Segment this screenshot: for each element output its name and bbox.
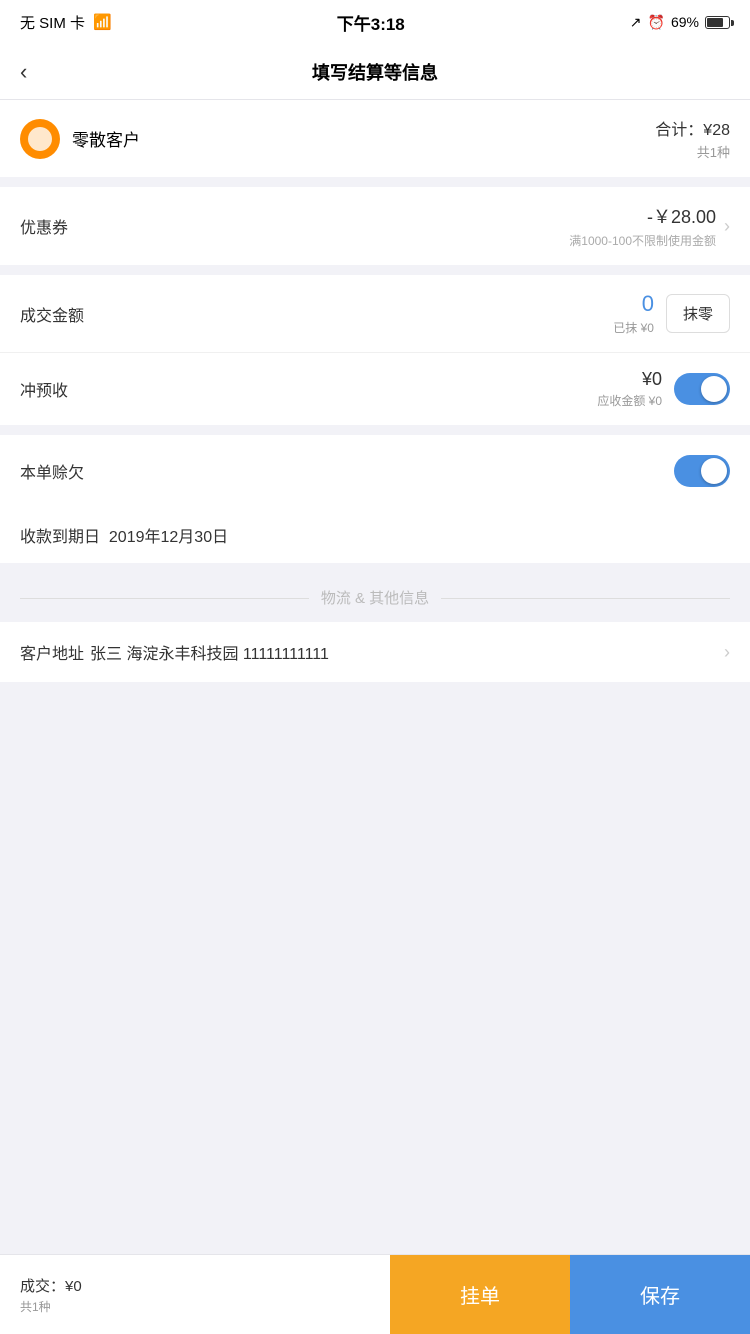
nav-bar: ‹ 填写结算等信息	[0, 44, 750, 100]
address-section: 客户地址 张三 海淀永丰科技园 11111111111 ›	[0, 622, 750, 682]
transaction-value: 0	[613, 291, 654, 317]
coupon-label: 优惠券	[20, 214, 90, 238]
customer-right: 合计：¥28 共1种	[655, 116, 730, 161]
customer-avatar	[20, 119, 60, 159]
address-value: 张三 海淀永丰科技园 11111111111	[90, 640, 716, 664]
amount-deducted: 已抹 ¥0	[613, 319, 654, 336]
coupon-right: -￥28.00 满1000-100不限制使用金额 ›	[569, 203, 730, 249]
hang-button-label: 挂单	[460, 1280, 500, 1309]
customer-left: 零散客户	[20, 119, 140, 159]
due-date-value: 2019年12月30日	[109, 529, 228, 546]
pre-collection-label: 冲预收	[20, 377, 90, 401]
status-bar: 无 SIM 卡 📶 下午3:18 ↗ ⏰ 69%	[0, 0, 750, 44]
debt-toggle[interactable]	[674, 455, 730, 487]
battery-icon	[705, 16, 730, 29]
battery-percent: 69%	[671, 14, 699, 30]
coupon-discount: -￥28.00	[647, 203, 716, 229]
save-button[interactable]: 保存	[570, 1255, 750, 1334]
due-date-label: 收款到期日 2019年12月30日	[20, 529, 228, 546]
debt-toggle-knob	[701, 458, 727, 484]
total-count: 共1种	[655, 142, 730, 161]
carrier-label: 无 SIM 卡	[20, 12, 85, 33]
customer-section: 零散客户 合计：¥28 共1种	[0, 100, 750, 177]
coupon-value: -￥28.00 满1000-100不限制使用金额	[569, 203, 716, 249]
toggle-knob	[701, 376, 727, 402]
coupon-note: 满1000-100不限制使用金额	[569, 232, 716, 249]
coupon-section: 优惠券 -￥28.00 满1000-100不限制使用金额 ›	[0, 187, 750, 265]
status-right: ↗ ⏰ 69%	[630, 14, 730, 31]
status-time: 下午3:18	[337, 10, 405, 35]
content: 零散客户 合计：¥28 共1种 优惠券 -￥28.00 满1000-100不限制…	[0, 100, 750, 772]
bottom-bar: 成交：¥0 共1种 挂单 保存	[0, 1254, 750, 1334]
transaction-label: 成交金额	[20, 302, 90, 326]
coupon-chevron-icon: ›	[724, 216, 730, 237]
amount-col: 0 已抹 ¥0	[613, 291, 654, 336]
address-chevron-icon: ›	[724, 642, 730, 663]
transaction-section: 成交金额 0 已抹 ¥0 抹零 冲预收 ¥0 应收金额 ¥0	[0, 275, 750, 425]
page-title: 填写结算等信息	[312, 59, 438, 85]
alarm-icon: ⏰	[648, 14, 665, 31]
debt-row: 本单赊欠	[0, 435, 750, 507]
pre-col-text: ¥0 应收金额 ¥0	[597, 369, 662, 409]
wifi-icon: 📶	[93, 13, 112, 31]
due-date-row: 收款到期日 2019年12月30日	[0, 507, 750, 563]
pre-amount: ¥0	[597, 369, 662, 390]
total-amount: 合计：¥28	[655, 116, 730, 140]
hang-button[interactable]: 挂单	[390, 1255, 570, 1334]
customer-row: 零散客户 合计：¥28 共1种	[0, 100, 750, 177]
debt-label: 本单赊欠	[20, 459, 84, 483]
pre-collection-right: ¥0 应收金额 ¥0	[597, 369, 730, 409]
transaction-right: 0 已抹 ¥0 抹零	[613, 291, 730, 336]
debt-section: 本单赊欠 收款到期日 2019年12月30日	[0, 435, 750, 563]
logistics-section-label: 物流 & 其他信息	[309, 587, 441, 608]
bottom-summary: 成交：¥0 共1种	[0, 1255, 390, 1334]
save-button-label: 保存	[640, 1280, 680, 1309]
address-label: 客户地址	[20, 640, 90, 664]
pre-collection-row: 冲预收 ¥0 应收金额 ¥0	[0, 353, 750, 425]
pre-collection-toggle[interactable]	[674, 373, 730, 405]
customer-name: 零散客户	[72, 126, 140, 151]
status-left: 无 SIM 卡 📶	[20, 12, 112, 33]
location-icon: ↗	[630, 14, 642, 31]
transaction-row: 成交金额 0 已抹 ¥0 抹零	[0, 275, 750, 353]
round-button[interactable]: 抹零	[666, 294, 730, 333]
coupon-row[interactable]: 优惠券 -￥28.00 满1000-100不限制使用金额 ›	[0, 187, 750, 265]
pre-receivable: 应收金额 ¥0	[597, 392, 662, 409]
logistics-header: 物流 & 其他信息	[0, 573, 750, 622]
back-button[interactable]: ‹	[12, 51, 35, 93]
bottom-deal: 成交：¥0	[20, 1275, 370, 1296]
bottom-count: 共1种	[20, 1298, 370, 1315]
avatar-inner	[28, 127, 52, 151]
address-row[interactable]: 客户地址 张三 海淀永丰科技园 11111111111 ›	[0, 622, 750, 682]
